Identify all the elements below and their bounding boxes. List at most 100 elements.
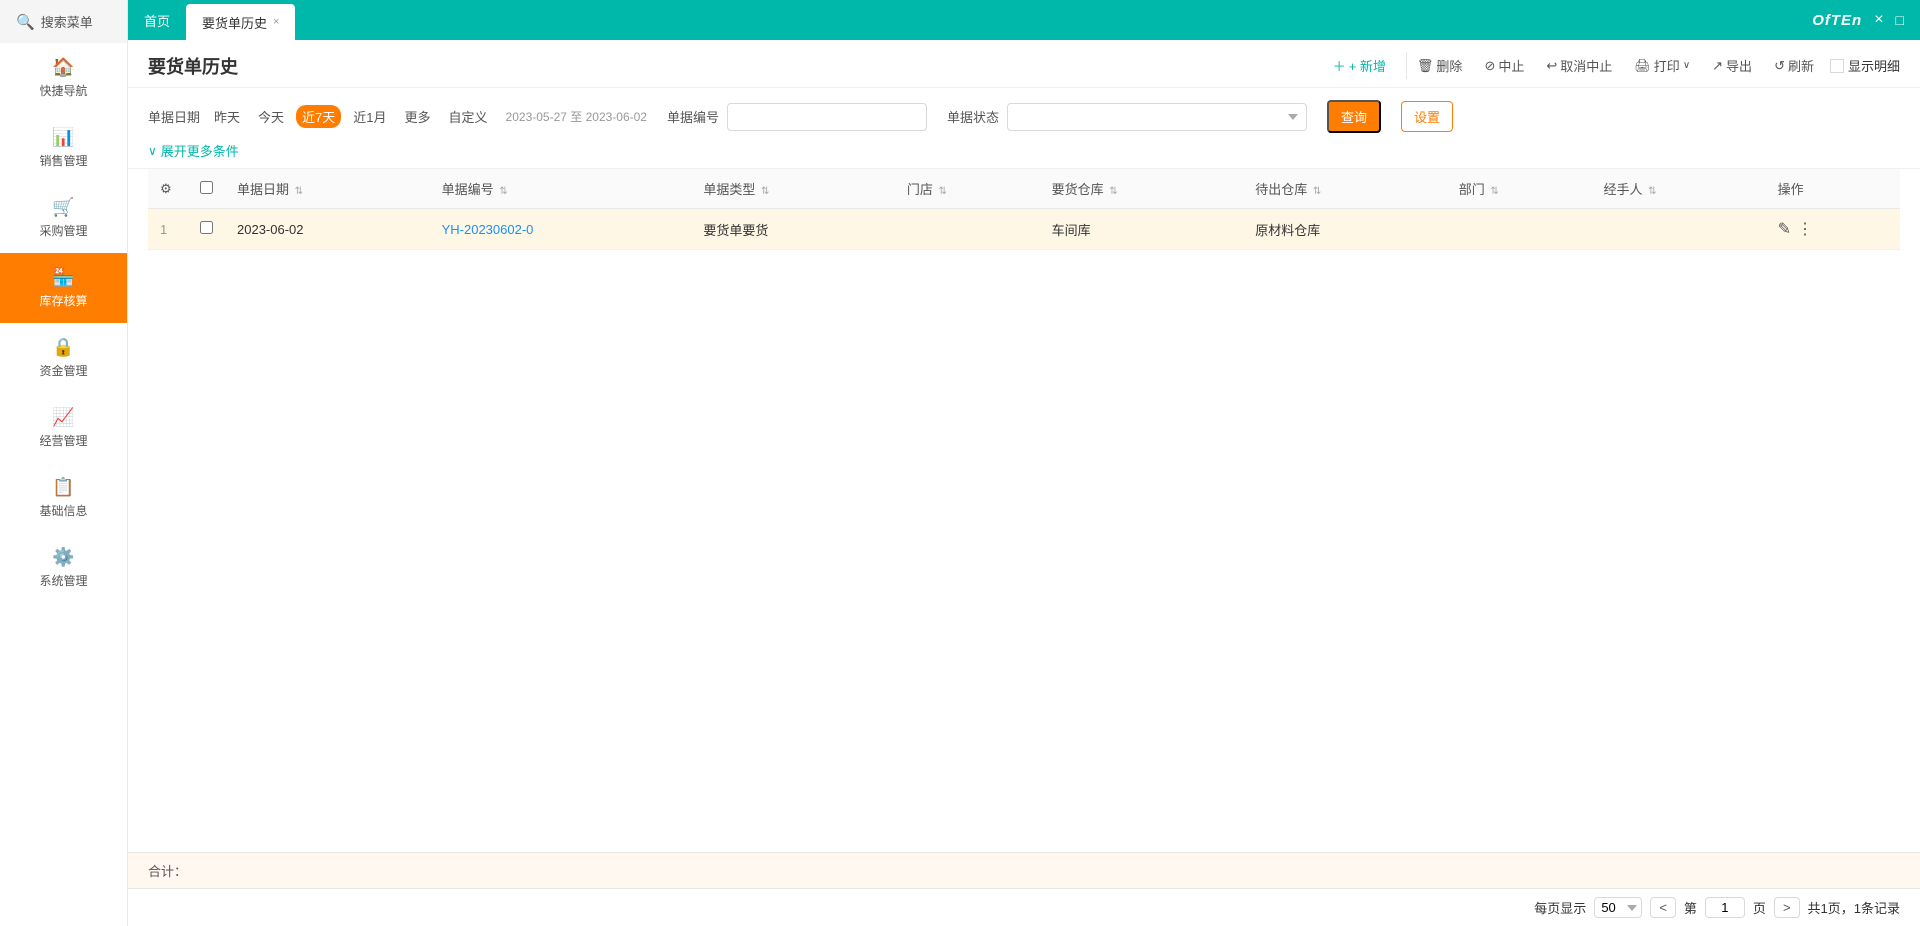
th-req-warehouse-label: 要货仓库 xyxy=(1052,182,1104,197)
refresh-button[interactable]: ↺ 刷新 xyxy=(1768,52,1820,79)
td-req-warehouse: 车间库 xyxy=(1040,209,1244,250)
tab-close-icon[interactable]: × xyxy=(273,16,279,28)
cancel-stop-button[interactable]: ↩ 取消中止 xyxy=(1540,52,1618,79)
expand-more[interactable]: ∨ 展开更多条件 xyxy=(148,141,1900,160)
stop-button[interactable]: ⊘ 中止 xyxy=(1478,52,1530,79)
finance-icon: 🔒 xyxy=(52,337,74,358)
sidebar-item-sales[interactable]: 📊 销售管理 xyxy=(0,113,127,183)
inventory-icon: 🏪 xyxy=(52,267,74,288)
row-number: 1 xyxy=(160,222,167,237)
th-date-label: 单据日期 xyxy=(237,182,289,197)
print-dropdown-icon: ∨ xyxy=(1683,60,1690,71)
th-pending-warehouse-sort-icon[interactable]: ⇅ xyxy=(1313,186,1321,197)
sidebar-item-home[interactable]: 🏠 快捷导航 xyxy=(0,43,127,113)
date-option-yesterday[interactable]: 昨天 xyxy=(208,105,246,128)
export-icon: ↗ xyxy=(1712,58,1723,74)
bill-no-input[interactable] xyxy=(727,103,927,131)
sidebar-item-label: 系统管理 xyxy=(39,572,87,589)
prev-page-button[interactable]: < xyxy=(1650,897,1676,918)
th-bill-no-sort-icon[interactable]: ⇅ xyxy=(499,186,507,197)
sidebar-search[interactable]: 🔍 搜索菜单 xyxy=(0,0,127,43)
new-button[interactable]: ＋ + 新增 xyxy=(1327,52,1392,79)
sidebar-item-operation[interactable]: 📈 经营管理 xyxy=(0,393,127,463)
th-checkbox xyxy=(188,169,225,209)
export-button[interactable]: ↗ 导出 xyxy=(1706,52,1758,79)
sidebar-item-inventory[interactable]: 🏪 库存核算 xyxy=(0,253,127,323)
th-store-sort-icon[interactable]: ⇅ xyxy=(939,186,947,197)
th-ops-label: 操作 xyxy=(1778,182,1804,197)
print-button[interactable]: 🖨 打印 ∨ xyxy=(1628,52,1696,79)
th-pending-warehouse-label: 待出仓库 xyxy=(1255,182,1307,197)
th-bill-type: 单据类型 ⇅ xyxy=(691,169,895,209)
date-option-custom[interactable]: 自定义 xyxy=(443,105,494,128)
print-label: 打印 xyxy=(1654,56,1680,75)
th-date-sort-icon[interactable]: ⇅ xyxy=(295,186,303,197)
td-store xyxy=(895,209,1040,250)
page-number-input[interactable] xyxy=(1705,897,1745,918)
date-option-more[interactable]: 更多 xyxy=(399,105,437,128)
print-icon: 🖨 xyxy=(1634,58,1651,74)
stop-label: 中止 xyxy=(1498,56,1524,75)
td-bill-type: 要货单要货 xyxy=(691,209,895,250)
date-option-last7days[interactable]: 近7天 xyxy=(296,105,341,128)
th-handler: 经手人 ⇅ xyxy=(1591,169,1765,209)
home-icon: 🏠 xyxy=(52,57,74,78)
query-button[interactable]: 查询 xyxy=(1327,100,1381,133)
date-range-display: 2023-05-27 至 2023-06-02 xyxy=(506,108,647,125)
tab-requisition-history[interactable]: 要货单历史 × xyxy=(186,4,295,40)
total-label: 合计： xyxy=(148,864,187,879)
th-req-warehouse-sort-icon[interactable]: ⇅ xyxy=(1109,186,1117,197)
date-option-today[interactable]: 今天 xyxy=(252,105,290,128)
table-row: 1 2023-06-02 YH-20230602-0 要货单要货 车间库 原材料… xyxy=(148,209,1900,250)
export-label: 导出 xyxy=(1726,56,1752,75)
window-close-button[interactable]: × xyxy=(1874,11,1883,29)
bill-no-link[interactable]: YH-20230602-0 xyxy=(442,222,534,237)
bill-no-label: 单据编号 xyxy=(667,107,719,126)
th-bill-no: 单据编号 ⇅ xyxy=(430,169,692,209)
page-label: 第 xyxy=(1684,898,1697,917)
row-more-icon[interactable]: ⋮ xyxy=(1797,219,1813,239)
delete-label: 删除 xyxy=(1436,56,1462,75)
table-footer: 合计： xyxy=(128,852,1920,888)
tab-home[interactable]: 首页 xyxy=(128,0,186,40)
th-bill-type-sort-icon[interactable]: ⇅ xyxy=(761,186,769,197)
td-bill-no: YH-20230602-0 xyxy=(430,209,692,250)
delete-button[interactable]: 🗑 删除 xyxy=(1406,52,1469,79)
sidebar-item-system[interactable]: ⚙️ 系统管理 xyxy=(0,533,127,603)
td-ops: ✎ ⋮ xyxy=(1766,209,1900,250)
sidebar-item-base[interactable]: 📋 基础信息 xyxy=(0,463,127,533)
date-option-last1month[interactable]: 近1月 xyxy=(347,105,392,128)
sidebar-item-label: 资金管理 xyxy=(39,362,87,379)
page-size-select[interactable]: 50 100 200 xyxy=(1594,897,1642,918)
settings-col-icon[interactable]: ⚙ xyxy=(160,181,172,196)
filter-status: 单据状态 xyxy=(947,103,1307,131)
select-all-checkbox[interactable] xyxy=(200,181,213,194)
page-content: 要货单历史 ＋ + 新增 🗑 删除 ⊘ 中止 ↩ 取消中止 xyxy=(128,40,1920,926)
th-handler-sort-icon[interactable]: ⇅ xyxy=(1648,186,1656,197)
row-edit-icon[interactable]: ✎ xyxy=(1778,219,1791,239)
tab-requisition-label: 要货单历史 xyxy=(202,13,267,32)
display-detail-toggle[interactable]: 显示明细 xyxy=(1830,56,1900,75)
page-suffix: 页 xyxy=(1753,898,1766,917)
sidebar-item-purchase[interactable]: 🛒 采购管理 xyxy=(0,183,127,253)
sidebar-item-finance[interactable]: 🔒 资金管理 xyxy=(0,323,127,393)
row-checkbox[interactable] xyxy=(200,221,213,234)
td-num: 1 xyxy=(148,209,188,250)
display-detail-label: 显示明细 xyxy=(1848,56,1900,75)
status-label: 单据状态 xyxy=(947,107,999,126)
date-filter-label: 单据日期 xyxy=(148,107,200,126)
th-department-sort-icon[interactable]: ⇅ xyxy=(1490,186,1498,197)
th-req-warehouse: 要货仓库 ⇅ xyxy=(1040,169,1244,209)
table-body: 1 2023-06-02 YH-20230602-0 要货单要货 车间库 原材料… xyxy=(148,209,1900,250)
topbar-brand: OfTEn xyxy=(1812,12,1862,29)
settings-button[interactable]: 设置 xyxy=(1401,101,1453,132)
page-actions: ＋ + 新增 🗑 删除 ⊘ 中止 ↩ 取消中止 🖨 打印 xyxy=(1327,52,1900,79)
td-checkbox xyxy=(188,209,225,250)
next-page-button[interactable]: > xyxy=(1774,897,1800,918)
th-handler-label: 经手人 xyxy=(1603,182,1642,197)
td-date: 2023-06-02 xyxy=(225,209,430,250)
status-select[interactable] xyxy=(1007,103,1307,131)
filter-bill-no: 单据编号 xyxy=(667,103,927,131)
window-maximize-button[interactable]: □ xyxy=(1896,12,1904,28)
data-table: ⚙ 单据日期 ⇅ 单据编号 ⇅ xyxy=(148,169,1900,250)
